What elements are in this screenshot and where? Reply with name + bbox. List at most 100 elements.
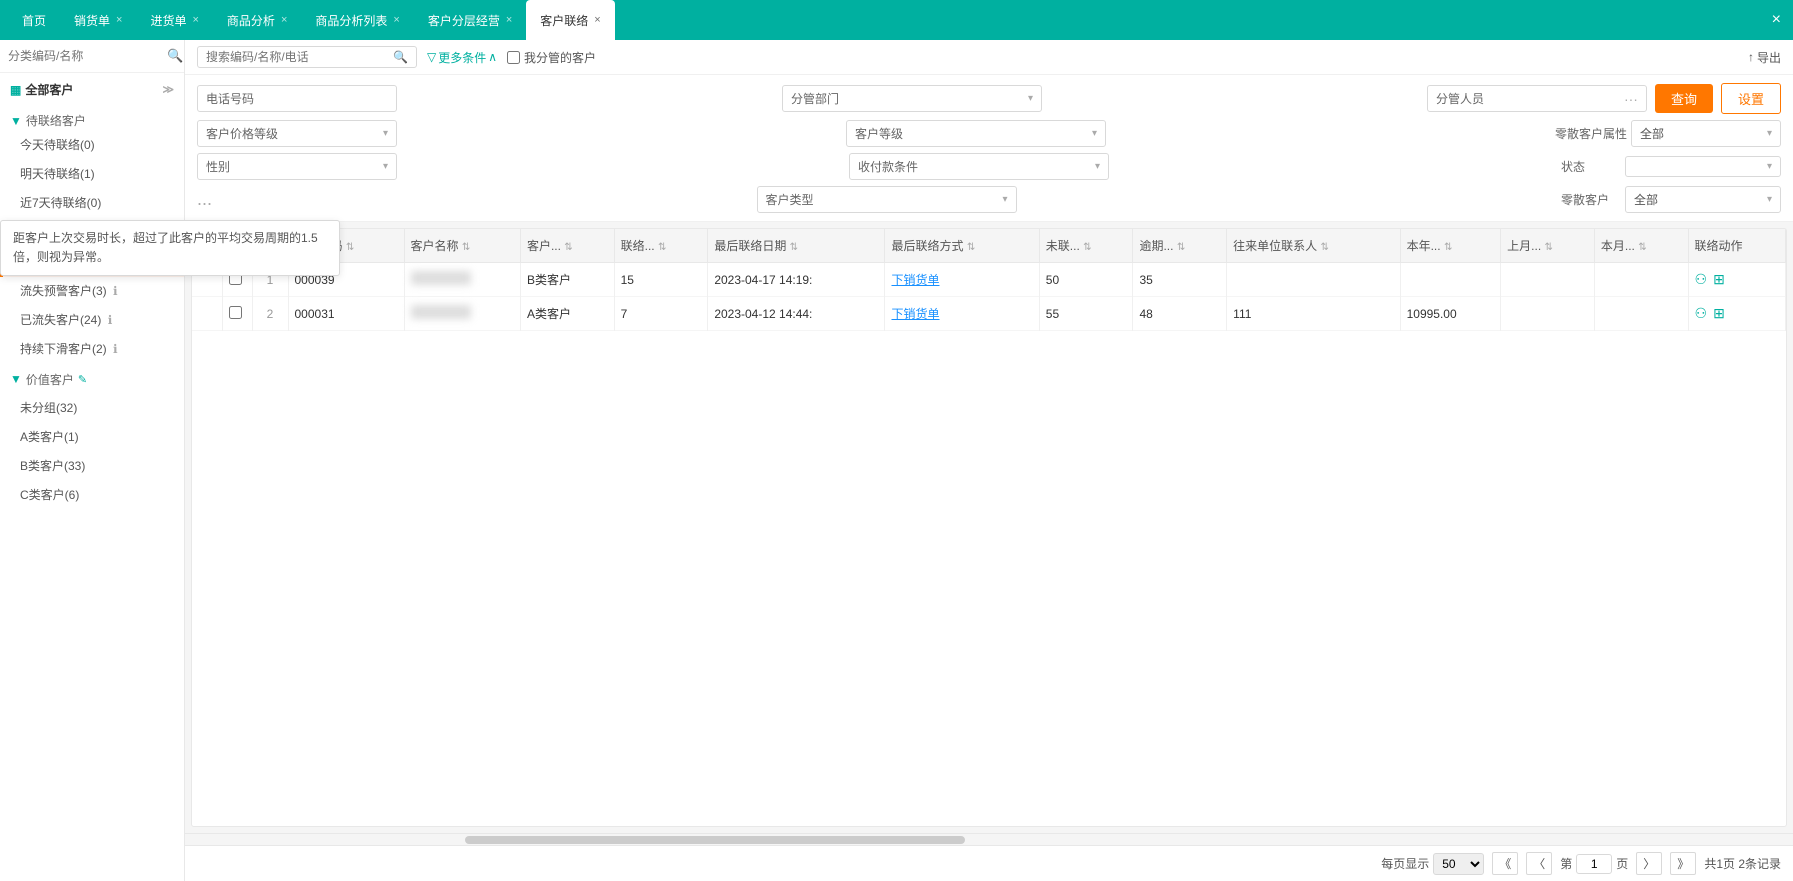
col-overdue[interactable]: 逾期... ⇅ [1133, 229, 1227, 263]
manager-field[interactable]: 分管人员 ··· [1427, 85, 1647, 112]
row2-code[interactable]: 000031 [288, 297, 404, 331]
scroll-thumb[interactable] [465, 836, 965, 844]
row2-checkbox[interactable] [229, 306, 242, 319]
nav-sales-close[interactable]: × [116, 14, 122, 26]
col-last-date[interactable]: 最后联络日期 ⇅ [708, 229, 885, 263]
page-size-select[interactable]: 50 100 200 [1433, 853, 1484, 875]
gender-field[interactable]: 性别 ▾ [197, 153, 397, 180]
row2-link-icon[interactable]: ⚇ [1695, 305, 1708, 322]
nav-home[interactable]: 首页 [8, 0, 60, 40]
dept-field[interactable]: 分管部门 ▾ [782, 85, 1042, 112]
main-search-input[interactable] [206, 50, 393, 64]
value-customer-edit-icon[interactable]: ✎ [78, 373, 87, 386]
col-action: 联络动作 [1688, 229, 1785, 263]
horizontal-scrollbar[interactable] [185, 833, 1793, 845]
retail-customer-select[interactable]: 全部 ▾ [1625, 186, 1781, 213]
col-uncontacted[interactable]: 未联... ⇅ [1039, 229, 1133, 263]
col-category[interactable]: 客户... ⇅ [520, 229, 614, 263]
sidebar-a-customer[interactable]: A类客户(1) [0, 423, 184, 452]
price-grade-arrow: ▾ [383, 128, 388, 139]
export-btn[interactable]: ↑ 导出 [1748, 49, 1781, 66]
sidebar: 🔍 ▦ 全部客户 ≫ ▼ 待联络客户 今天待联络(0) 明天待联络(1) 近7天… [0, 40, 185, 881]
col-company-contact[interactable]: 往来单位联系人 ⇅ [1227, 229, 1400, 263]
nav-customer-contact-close[interactable]: × [594, 14, 600, 26]
main-search-icon[interactable]: 🔍 [393, 50, 408, 64]
sidebar-b-customer[interactable]: B类客户(33) [0, 452, 184, 481]
settings-btn[interactable]: 设置 [1721, 83, 1781, 114]
page-number-input[interactable] [1576, 854, 1612, 874]
sidebar-ungroup[interactable]: 未分组(32) [0, 394, 184, 423]
row4-more-dots[interactable]: ... [197, 189, 212, 210]
sidebar-lost-warning[interactable]: 流失预警客户(3) ℹ [0, 277, 184, 306]
col-last-method[interactable]: 最后联络方式 ⇅ [885, 229, 1039, 263]
customer-grade-arrow: ▾ [1092, 128, 1097, 139]
row1-grid-icon[interactable]: ⊞ [1713, 271, 1725, 288]
next-page-btn[interactable]: 〉 [1636, 852, 1662, 875]
nav-product-list[interactable]: 商品分析列表 × [301, 0, 413, 40]
first-page-btn[interactable]: 《 [1492, 852, 1518, 875]
nav-product-list-close[interactable]: × [393, 14, 399, 26]
sidebar-collapse-btn[interactable]: ≫ [162, 83, 174, 96]
waiting-contact-group[interactable]: ▼ 待联络客户 [0, 106, 184, 131]
row2-method-link[interactable]: 下销货单 [891, 307, 939, 321]
price-grade-field[interactable]: 客户价格等级 ▾ [197, 120, 397, 147]
phone-field[interactable]: 电话号码 [197, 85, 397, 112]
table-row: 2 000031 A类客户 7 2023-04-12 14:44: 下销货单 5… [192, 297, 1786, 331]
filter-bar: 🔍 ▽ 更多条件 ∧ 我分管的客户 ↑ 导出 [185, 40, 1793, 75]
sidebar-search-icon[interactable]: 🔍 [167, 48, 183, 64]
nav-customer-layers-close[interactable]: × [506, 14, 512, 26]
row1-name[interactable] [404, 263, 520, 297]
row1-action-icons: ⚇ ⊞ [1695, 271, 1779, 288]
more-conditions-btn[interactable]: ▽ 更多条件 ∧ [427, 49, 497, 66]
retail-customer-wrap: 零散客户 全部 ▾ [1561, 186, 1781, 213]
row2-last-date: 2023-04-12 14:44: [708, 297, 885, 331]
nav-sales[interactable]: 销货单 × [60, 0, 136, 40]
customer-type-field[interactable]: 客户类型 ▾ [757, 186, 1017, 213]
my-customers-checkbox[interactable] [507, 51, 520, 64]
row1-last-method[interactable]: 下销货单 [885, 263, 1039, 297]
row1-method-link[interactable]: 下销货单 [891, 273, 939, 287]
col-this-month[interactable]: 本月... ⇅ [1594, 229, 1688, 263]
row2-grid-icon[interactable]: ⊞ [1713, 305, 1725, 322]
sidebar-already-lost[interactable]: 已流失客户(24) ℹ [0, 306, 184, 335]
col-name[interactable]: 客户名称 ⇅ [404, 229, 520, 263]
nav-purchase-close[interactable]: × [192, 14, 198, 26]
top-nav: 首页 销货单 × 进货单 × 商品分析 × 商品分析列表 × 客户分层经营 × … [0, 0, 1793, 40]
customer-grade-field[interactable]: 客户等级 ▾ [846, 120, 1106, 147]
value-customer-header[interactable]: ▼ 价值客户 ✎ [0, 365, 184, 394]
export-icon: ↑ [1748, 50, 1754, 64]
row1-category: B类客户 [520, 263, 614, 297]
row1-link-icon[interactable]: ⚇ [1695, 271, 1708, 288]
col-last-month[interactable]: 上月... ⇅ [1501, 229, 1595, 263]
sidebar-7day-contact[interactable]: 近7天待联络(0) [0, 189, 184, 218]
col-contacts-sort: ⇅ [658, 242, 666, 253]
last-page-btn[interactable]: 》 [1670, 852, 1696, 875]
row2-last-method[interactable]: 下销货单 [885, 297, 1039, 331]
window-close-btn[interactable]: × [1772, 11, 1781, 29]
sidebar-today-contact[interactable]: 今天待联络(0) [0, 131, 184, 160]
payment-field[interactable]: 收付款条件 ▾ [849, 153, 1109, 180]
sidebar-continuous-down[interactable]: 持续下滑客户(2) ℹ [0, 335, 184, 364]
row2-name[interactable] [404, 297, 520, 331]
sidebar-tomorrow-contact[interactable]: 明天待联络(1) [0, 160, 184, 189]
sidebar-c-customer[interactable]: C类客户(6) [0, 481, 184, 510]
nav-customer-contact[interactable]: 客户联络 × [526, 0, 614, 40]
all-customers-header[interactable]: ▦ 全部客户 ≫ [0, 73, 184, 106]
my-customers-checkbox-wrap[interactable]: 我分管的客户 [507, 49, 596, 66]
query-btn[interactable]: 查询 [1655, 84, 1713, 113]
adv-filter-row3: 性别 ▾ 收付款条件 ▾ 状态 ▾ [197, 153, 1781, 180]
status-select[interactable]: ▾ [1625, 156, 1781, 177]
row1-last-month [1501, 263, 1595, 297]
col-this-year[interactable]: 本年... ⇅ [1400, 229, 1501, 263]
nav-customer-layers[interactable]: 客户分层经营 × [414, 0, 526, 40]
row2-action-icons: ⚇ ⊞ [1695, 305, 1779, 322]
row2-this-month [1594, 297, 1688, 331]
col-contacts[interactable]: 联络... ⇅ [614, 229, 708, 263]
prev-page-btn[interactable]: 〈 [1526, 852, 1552, 875]
nav-product-analysis[interactable]: 商品分析 × [213, 0, 301, 40]
nav-product-analysis-close[interactable]: × [281, 14, 287, 26]
sidebar-search-input[interactable] [8, 49, 163, 63]
nav-purchase[interactable]: 进货单 × [136, 0, 212, 40]
col-last-date-sort: ⇅ [790, 242, 798, 253]
retail-attr-select[interactable]: 全部 ▾ [1631, 120, 1781, 147]
